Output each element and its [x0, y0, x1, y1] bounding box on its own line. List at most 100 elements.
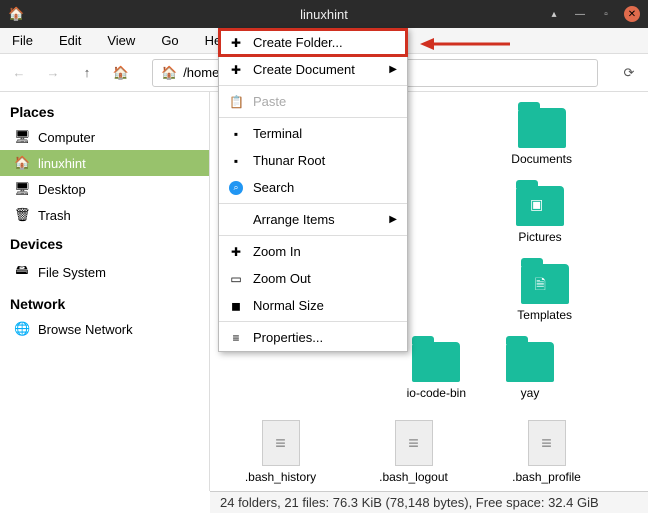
- ctx-arrange-items[interactable]: Arrange Items ▶: [219, 206, 407, 233]
- computer-icon: 🖥: [14, 129, 30, 145]
- back-button[interactable]: ←: [8, 62, 30, 84]
- text-file-icon: ≡: [528, 420, 566, 466]
- ctx-terminal[interactable]: ▪ Terminal: [219, 120, 407, 147]
- sidebar-head-places: Places: [0, 96, 209, 124]
- file-label: yay: [521, 386, 540, 400]
- minimize-icon[interactable]: —: [572, 6, 588, 22]
- ctx-thunar-root[interactable]: ▪ Thunar Root: [219, 147, 407, 174]
- context-menu: ✚ Create Folder... ✚ Create Document ▶ 📋 Pas…: [218, 28, 408, 352]
- chevron-right-icon: ▶: [389, 214, 397, 225]
- folder-templates[interactable]: 🗎 Templates: [517, 264, 572, 322]
- network-icon: 🌐: [14, 321, 30, 337]
- folder-icon: [412, 342, 460, 382]
- menu-file[interactable]: File: [8, 31, 37, 50]
- properties-icon: ≡: [229, 331, 243, 345]
- file-label: Documents: [511, 152, 572, 166]
- ctx-label: Arrange Items: [253, 212, 335, 227]
- ctx-label: Properties...: [253, 330, 323, 345]
- up-button[interactable]: ↑: [76, 62, 98, 84]
- drive-icon: 🖴: [14, 261, 30, 283]
- path-text: /home: [183, 65, 219, 80]
- ctx-search[interactable]: ⌕ Search: [219, 174, 407, 201]
- separator: [219, 321, 407, 322]
- sidebar-item-trash[interactable]: 🗑Trash: [0, 202, 209, 228]
- status-text: 24 folders, 21 files: 76.3 KiB (78,148 b…: [220, 495, 599, 510]
- titlebar: 🏠 linuxhint ▴ — ▫ ✕: [0, 0, 648, 28]
- sidebar-item-computer[interactable]: 🖥Computer: [0, 124, 209, 150]
- ctx-create-document[interactable]: ✚Create Document▶: [219, 56, 407, 83]
- folder-io-code-bin[interactable]: io-code-bin: [407, 342, 466, 400]
- sidebar-head-network: Network: [0, 288, 209, 316]
- ctx-label: Normal Size: [253, 298, 324, 313]
- menu-edit[interactable]: Edit: [55, 31, 85, 50]
- normal-size-icon: ◼: [229, 299, 243, 313]
- sidebar-item-linuxhint[interactable]: 🏠linuxhint: [0, 150, 209, 176]
- ctx-label: Create Document: [253, 62, 355, 77]
- home-button[interactable]: 🏠: [110, 62, 132, 84]
- file-bash-logout[interactable]: ≡ .bash_logout: [347, 414, 480, 490]
- ctx-label: Terminal: [253, 126, 302, 141]
- statusbar: 24 folders, 21 files: 76.3 KiB (78,148 b…: [210, 491, 648, 513]
- maximize-icon[interactable]: ▫: [598, 6, 614, 22]
- ctx-properties[interactable]: ≡ Properties...: [219, 324, 407, 351]
- sidebar-item-label: File System: [38, 265, 106, 280]
- home-icon: 🏠: [8, 6, 24, 22]
- sidebar-item-desktop[interactable]: 🖥Desktop: [0, 176, 209, 202]
- menu-go[interactable]: Go: [157, 31, 182, 50]
- folder-yay[interactable]: yay: [506, 342, 554, 400]
- separator: [219, 235, 407, 236]
- close-icon[interactable]: ✕: [624, 6, 640, 22]
- ctx-label: Search: [253, 180, 294, 195]
- menu-view[interactable]: View: [103, 31, 139, 50]
- file-label: Templates: [517, 308, 572, 322]
- file-label: .bash_logout: [379, 470, 448, 484]
- folder-documents[interactable]: Documents: [511, 108, 572, 166]
- folder-icon: ▪: [229, 154, 243, 168]
- forward-button[interactable]: →: [42, 62, 64, 84]
- trash-icon: 🗑: [14, 207, 30, 223]
- sidebar-head-devices: Devices: [0, 228, 209, 256]
- sidebar-item-label: Browse Network: [38, 322, 133, 337]
- text-file-icon: ≡: [262, 420, 300, 466]
- chevron-right-icon: ▶: [389, 64, 397, 75]
- zoom-out-icon: ▭: [229, 272, 243, 286]
- zoom-in-icon: ✚: [229, 245, 243, 259]
- desktop-icon: 🖥: [14, 181, 30, 197]
- ctx-label: Zoom Out: [253, 271, 311, 286]
- ctx-label: Create Folder...: [253, 35, 343, 50]
- annotation-arrow: [420, 36, 510, 52]
- ctx-zoom-in[interactable]: ✚ Zoom In: [219, 238, 407, 265]
- ctx-paste: 📋 Paste: [219, 88, 407, 115]
- separator: [219, 85, 407, 86]
- ctx-create-folder[interactable]: ✚ Create Folder...: [219, 29, 407, 56]
- picture-icon: ▣: [530, 196, 543, 213]
- sidebar-item-browse-network[interactable]: 🌐 Browse Network: [0, 316, 209, 342]
- path-home-icon: 🏠: [161, 65, 177, 81]
- sidebar-item-filesystem[interactable]: 🖴 File System: [0, 256, 209, 288]
- file-label: io-code-bin: [407, 386, 466, 400]
- refresh-button[interactable]: ⟳: [618, 62, 640, 84]
- separator: [219, 117, 407, 118]
- folder-icon: [506, 342, 554, 382]
- ctx-normal-size[interactable]: ◼ Normal Size: [219, 292, 407, 319]
- ctx-label: Paste: [253, 94, 286, 109]
- folder-icon: 🗎: [521, 264, 569, 304]
- ctx-zoom-out[interactable]: ▭ Zoom Out: [219, 265, 407, 292]
- file-bash-profile[interactable]: ≡ .bash_profile: [480, 414, 613, 490]
- folder-pictures[interactable]: ▣ Pictures: [516, 186, 564, 244]
- template-icon: 🗎: [535, 274, 546, 298]
- folder-plus-icon: ✚: [229, 36, 243, 50]
- text-file-icon: ≡: [395, 420, 433, 466]
- folder-icon: [518, 108, 566, 148]
- search-icon: ⌕: [229, 181, 243, 195]
- window-title: linuxhint: [300, 7, 348, 22]
- file-label: .bash_profile: [512, 470, 581, 484]
- folder-icon: ▣: [516, 186, 564, 226]
- file-bash-history[interactable]: ≡.bash_history: [214, 414, 347, 490]
- sidebar: Places 🖥Computer 🏠linuxhint 🖥Desktop 🗑Tr…: [0, 92, 210, 491]
- ctx-label: Zoom In: [253, 244, 301, 259]
- paste-icon: 📋: [229, 95, 243, 109]
- keep-above-icon[interactable]: ▴: [546, 6, 562, 22]
- ctx-label: Thunar Root: [253, 153, 325, 168]
- terminal-icon: ▪: [229, 127, 243, 141]
